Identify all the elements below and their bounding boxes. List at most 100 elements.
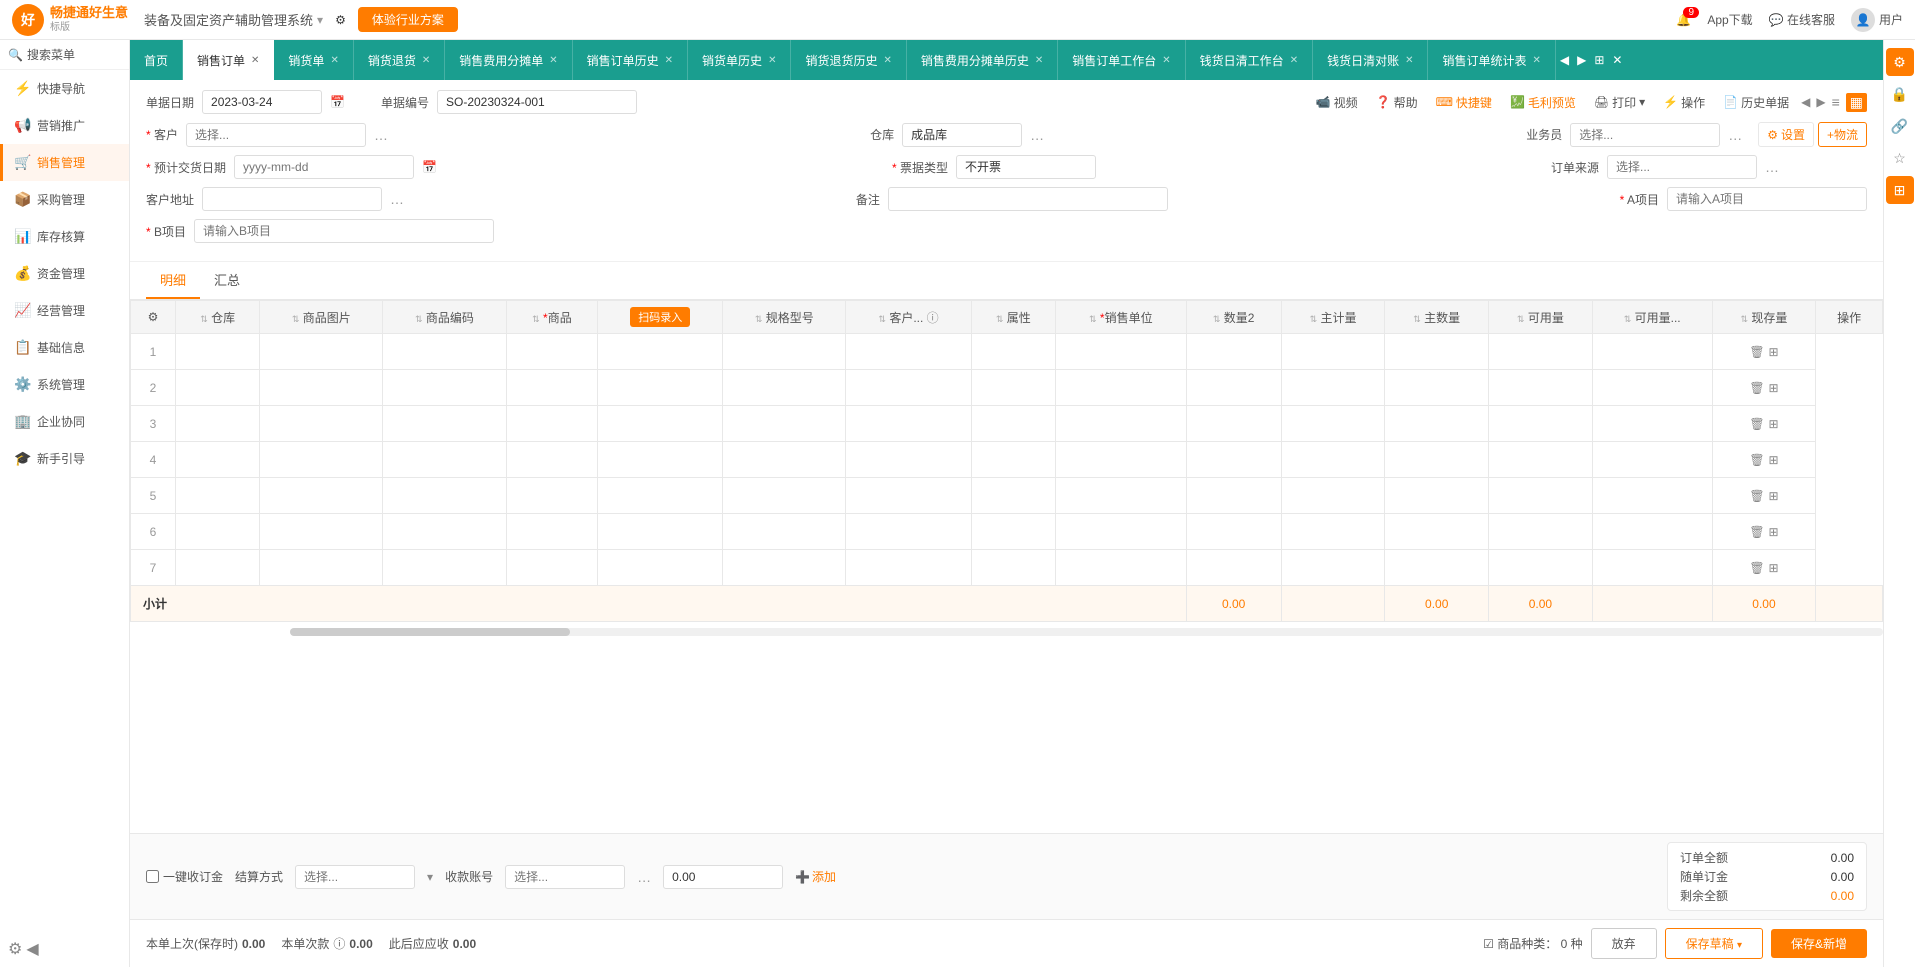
sidebar-item-operations[interactable]: 📈 经营管理 <box>0 292 129 329</box>
sidebar-item-sales[interactable]: 🛒 销售管理 <box>0 144 129 181</box>
one-click-label[interactable]: 一键收订金 <box>146 868 223 885</box>
right-icon-star[interactable]: ☆ <box>1886 144 1914 172</box>
table-cell[interactable] <box>971 334 1055 370</box>
tab-return-history[interactable]: 销货退货历史 ✕ <box>791 40 906 80</box>
table-cell[interactable] <box>176 478 260 514</box>
row-copy-icon[interactable]: ⊞ <box>1769 417 1779 431</box>
table-cell[interactable] <box>1489 550 1593 586</box>
table-cell[interactable] <box>260 514 383 550</box>
table-cell[interactable] <box>723 334 846 370</box>
table-cell[interactable] <box>846 514 971 550</box>
row-delete-icon[interactable]: 🗑 <box>1749 489 1764 503</box>
sidebar-item-marketing[interactable]: 📢 营销推广 <box>0 107 129 144</box>
table-cell[interactable] <box>260 406 383 442</box>
payment-input[interactable] <box>295 865 415 889</box>
payment-chevron-icon[interactable]: ▾ <box>427 870 433 884</box>
row-copy-icon[interactable]: ⊞ <box>1769 381 1779 395</box>
table-cell[interactable] <box>1281 514 1385 550</box>
notification-btn[interactable]: 🔔 9 <box>1676 13 1691 27</box>
customer-col-info-icon[interactable]: ⓘ <box>927 311 939 325</box>
table-cell[interactable] <box>176 550 260 586</box>
add-btn[interactable]: ➕ 添加 <box>795 868 836 885</box>
table-cell[interactable] <box>598 406 723 442</box>
table-cell[interactable] <box>971 370 1055 406</box>
table-cell[interactable] <box>176 370 260 406</box>
row-copy-icon[interactable]: ⊞ <box>1769 345 1779 359</box>
customer-more-icon[interactable]: … <box>374 127 388 143</box>
tab-sales-invoice[interactable]: 销货单 ✕ <box>274 40 353 80</box>
tab-sales-workbench[interactable]: 销售订单工作台 ✕ <box>1058 40 1185 80</box>
tab-close-return-history[interactable]: ✕ <box>883 55 891 66</box>
table-cell[interactable]: 🗑⊞ <box>1712 514 1816 550</box>
sidebar-item-inventory[interactable]: 📊 库存核算 <box>0 218 129 255</box>
app-download-btn[interactable]: App下载 <box>1707 11 1752 28</box>
date-input[interactable] <box>202 90 322 114</box>
print-btn[interactable]: 🖨 打印 ▾ <box>1588 92 1651 113</box>
table-cell[interactable] <box>846 478 971 514</box>
table-cell[interactable] <box>723 550 846 586</box>
account-more-icon[interactable]: … <box>637 869 651 885</box>
tab-nav-close-all[interactable]: ✕ <box>1608 53 1626 67</box>
table-cell[interactable] <box>1281 442 1385 478</box>
table-cell[interactable] <box>1055 334 1186 370</box>
tab-nav-next[interactable]: ▶ <box>1573 53 1590 67</box>
operations-btn[interactable]: ⚡ 操作 <box>1657 92 1711 113</box>
tab-nav-more[interactable]: ⊞ <box>1590 53 1608 67</box>
sidebar-settings-icon[interactable]: ⚙ <box>8 939 22 959</box>
save-draft-btn[interactable]: 保存草稿 ▾ <box>1665 928 1763 959</box>
table-cell[interactable] <box>1489 334 1593 370</box>
table-cell[interactable] <box>971 514 1055 550</box>
row-delete-icon[interactable]: 🗑 <box>1749 417 1764 431</box>
solution-btn[interactable]: 体验行业方案 <box>358 7 458 32</box>
table-cell[interactable] <box>598 514 723 550</box>
tab-close-sales-expense[interactable]: ✕ <box>549 55 557 66</box>
view-switch-list[interactable]: ≡ <box>1832 94 1840 110</box>
warehouse-more-icon[interactable]: … <box>1030 127 1044 143</box>
table-cell[interactable] <box>598 550 723 586</box>
tab-close-sales-invoice[interactable]: ✕ <box>330 55 338 66</box>
profit-preview-btn[interactable]: 💹 毛利预览 <box>1504 92 1582 113</box>
save-new-btn[interactable]: 保存&新增 <box>1771 929 1867 958</box>
amount-input[interactable] <box>663 865 783 889</box>
right-icon-link[interactable]: 🔗 <box>1886 112 1914 140</box>
table-cell[interactable] <box>1385 550 1489 586</box>
table-cell[interactable] <box>176 406 260 442</box>
customer-address-input[interactable] <box>202 187 382 211</box>
table-cell[interactable] <box>383 442 506 478</box>
scrollbar-thumb[interactable] <box>290 628 570 636</box>
salesperson-input[interactable] <box>1570 123 1720 147</box>
table-cell[interactable] <box>723 406 846 442</box>
table-cell[interactable] <box>1055 550 1186 586</box>
row-delete-icon[interactable]: 🗑 <box>1749 345 1764 359</box>
table-cell[interactable] <box>1592 406 1712 442</box>
table-cell[interactable] <box>1489 406 1593 442</box>
tab-close-sales-order[interactable]: ✕ <box>251 55 259 66</box>
table-cell[interactable] <box>971 550 1055 586</box>
table-cell[interactable]: 🗑⊞ <box>1712 550 1816 586</box>
table-cell[interactable] <box>1186 442 1281 478</box>
table-cell[interactable] <box>1385 334 1489 370</box>
table-cell[interactable] <box>1385 370 1489 406</box>
customer-input[interactable] <box>186 123 366 147</box>
table-cell[interactable] <box>383 334 506 370</box>
table-cell[interactable] <box>383 550 506 586</box>
row-delete-icon[interactable]: 🗑 <box>1749 453 1764 467</box>
tab-close-daily-workbench[interactable]: ✕ <box>1290 55 1298 66</box>
right-icon-lock[interactable]: 🔒 <box>1886 80 1914 108</box>
table-cell[interactable] <box>846 334 971 370</box>
table-cell[interactable] <box>971 442 1055 478</box>
settings-icon-area[interactable]: ⚙ <box>335 13 346 27</box>
table-cell[interactable] <box>506 550 598 586</box>
sidebar-item-enterprise[interactable]: 🏢 企业协同 <box>0 403 129 440</box>
table-cell[interactable] <box>846 550 971 586</box>
remark-input[interactable] <box>888 187 1168 211</box>
tab-close-sales-stats[interactable]: ✕ <box>1533 55 1541 66</box>
shortcuts-btn[interactable]: ⌨ 快捷键 <box>1430 92 1498 113</box>
table-cell[interactable] <box>846 406 971 442</box>
table-cell[interactable] <box>506 406 598 442</box>
order-source-input[interactable] <box>1607 155 1757 179</box>
tab-summary[interactable]: 汇总 <box>200 262 254 299</box>
warehouse-input[interactable] <box>902 123 1022 147</box>
discard-btn[interactable]: 放弃 <box>1591 928 1657 959</box>
table-cell[interactable] <box>598 334 723 370</box>
